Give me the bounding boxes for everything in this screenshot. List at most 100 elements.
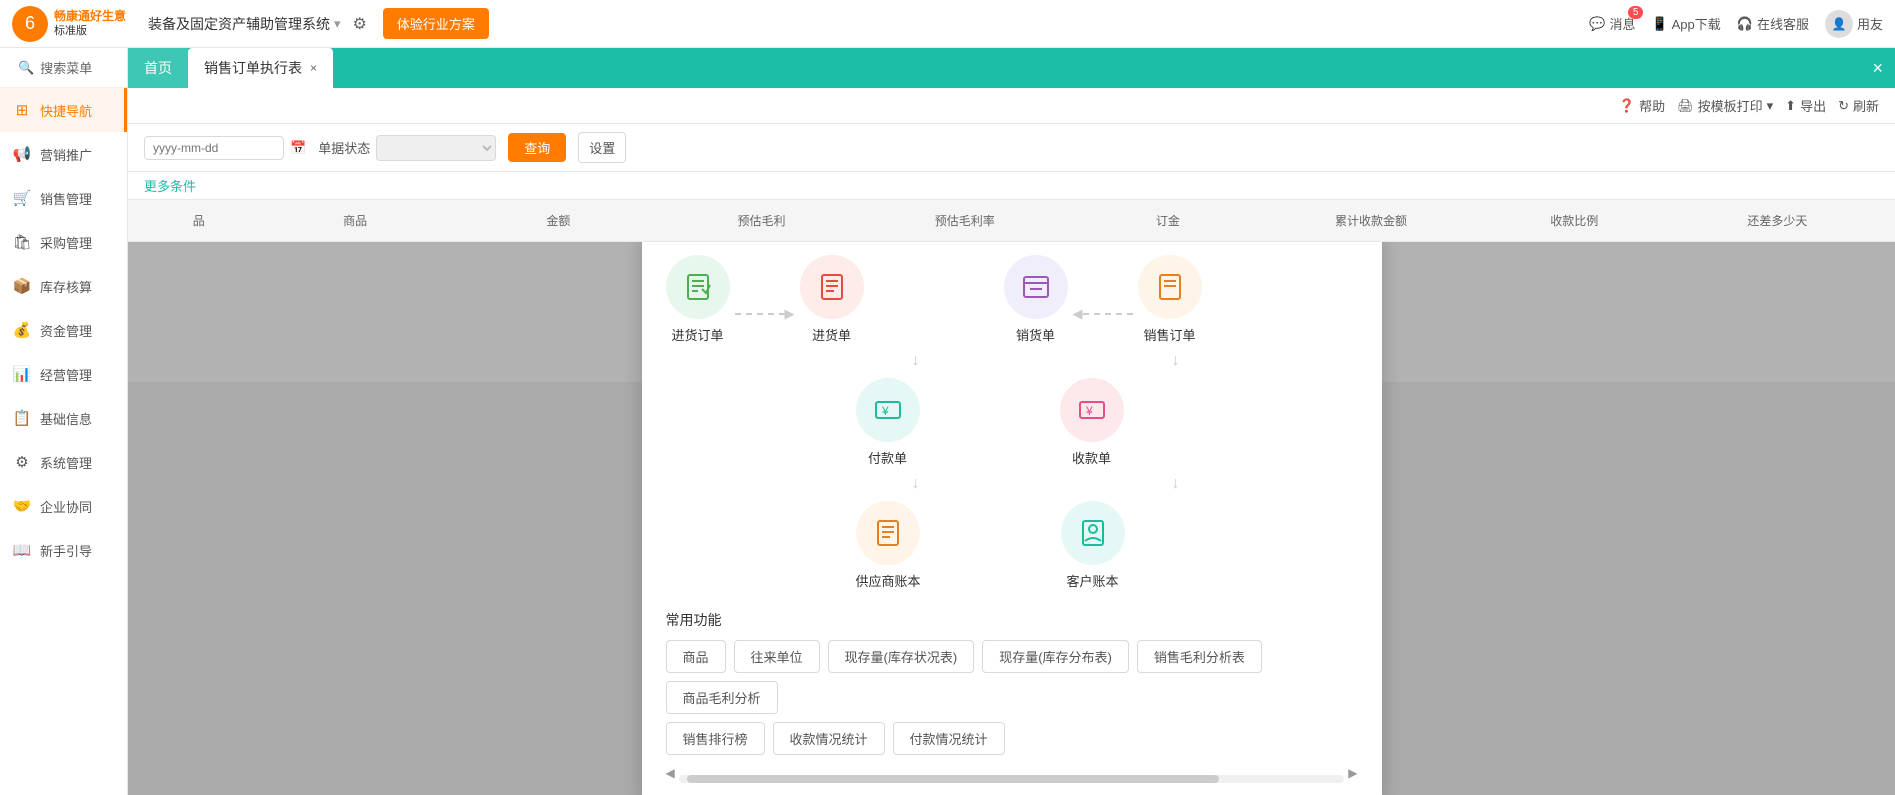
message-icon: 💬	[1589, 16, 1605, 32]
top-bar-right: 💬 消息 5 📱 App下载 🎧 在线客服 👤 用友	[1589, 10, 1883, 38]
print-btn[interactable]: 🖨 按模板打印 ▾	[1677, 96, 1773, 115]
flow-node-purchase[interactable]	[800, 255, 864, 319]
finance-icon: 💰	[12, 320, 32, 340]
date-input[interactable]	[144, 136, 284, 160]
sidebar-item-sales[interactable]: 🛒 销售管理	[0, 176, 127, 220]
flow-label-customer-ledger: 客户账本	[1067, 571, 1119, 590]
tab-close-icon[interactable]: ×	[310, 61, 317, 75]
scroll-right-arrow[interactable]: ▶	[1348, 766, 1357, 780]
tab-bar: 首页 销售订单执行表 × ×	[128, 48, 1895, 88]
modal-scrollbar-thumb	[687, 775, 1219, 783]
content-area: 首页 销售订单执行表 × × ❓ 帮助 🖨 按模板打印 ▾	[128, 48, 1895, 795]
user-area[interactable]: 👤 用友	[1825, 10, 1883, 38]
export-icon: ⬆	[1785, 98, 1796, 114]
func-btn-product[interactable]: 商品	[666, 640, 726, 673]
flow-node-sales[interactable]	[1004, 255, 1068, 319]
flow-node-receipt[interactable]: ¥	[1060, 378, 1124, 442]
common-functions: 常用功能 商品 往来单位 现存量(库存状况表) 现存量(库存分布表) 销售毛利分…	[666, 610, 1358, 755]
search-menu[interactable]: 🔍 搜索菜单	[0, 48, 127, 88]
customer-service-btn[interactable]: 🎧 在线客服	[1737, 14, 1809, 33]
col-product: 商品	[254, 208, 457, 233]
scroll-left-arrow[interactable]: ◀	[666, 766, 675, 780]
app-download-btn[interactable]: 📱 App下载	[1651, 14, 1720, 33]
sidebar-item-purchase[interactable]: 🛍 采购管理	[0, 220, 127, 264]
message-badge: 5	[1628, 6, 1644, 19]
basic-info-icon: 📋	[12, 408, 32, 428]
func-btn-payment-stats[interactable]: 付款情况统计	[893, 722, 1005, 755]
modal-scrollbar-container: ◀ ▶	[666, 763, 1358, 783]
settings-icon[interactable]: ⚙	[353, 14, 367, 34]
sidebar-item-finance[interactable]: 💰 资金管理	[0, 308, 127, 352]
calendar-icon[interactable]: 📅	[290, 140, 306, 156]
tab-sales-order[interactable]: 销售订单执行表 ×	[188, 48, 333, 88]
tab-bar-close-icon[interactable]: ×	[1872, 58, 1895, 79]
func-btn-receipt-stats[interactable]: 收款情况统计	[773, 722, 885, 755]
tab-home[interactable]: 首页	[128, 48, 188, 88]
sidebar-item-enterprise[interactable]: 🤝 企业协同	[0, 484, 127, 528]
page-toolbar: ❓ 帮助 🖨 按模板打印 ▾ ⬆ 导出 ↻ 刷新	[128, 88, 1895, 124]
sidebar-item-operations[interactable]: 📊 经营管理	[0, 352, 127, 396]
flow-label-receipt: 收款单	[1072, 448, 1111, 467]
filter-settings-button[interactable]: 设置	[578, 132, 626, 163]
modal: 进货订单 ▶	[642, 242, 1382, 795]
flow-label-purchase-order: 进货订单	[671, 325, 723, 344]
export-btn[interactable]: ⬆ 导出	[1785, 96, 1826, 115]
system-icon: ⚙	[12, 452, 32, 472]
func-btn-sales-rank[interactable]: 销售排行榜	[666, 722, 765, 755]
col-gross-profit: 预估毛利	[660, 208, 863, 233]
more-conditions-row: 更多条件	[128, 172, 1895, 200]
enterprise-icon: 🤝	[12, 496, 32, 516]
flow-label-sales: 销货单	[1016, 325, 1055, 344]
col-pin: 品	[144, 208, 254, 233]
filter-row: 📅 单据状态 查询 设置	[128, 124, 1895, 172]
logo: 6 畅康通好生意 标准版	[12, 6, 140, 42]
status-filter: 单据状态	[318, 135, 496, 161]
func-btn-stock-dist[interactable]: 现存量(库存分布表)	[982, 640, 1129, 673]
trial-button[interactable]: 体验行业方案	[383, 8, 489, 39]
flow-label-sales-order: 销售订单	[1143, 325, 1195, 344]
system-info: 装备及固定资产辅助管理系统 ▾ ⚙ 体验行业方案	[140, 8, 1589, 39]
col-total-received: 累计收款金额	[1269, 208, 1472, 233]
flow-node-payment[interactable]: ¥	[856, 378, 920, 442]
date-filter: 📅	[144, 136, 306, 160]
sidebar-item-quick-nav[interactable]: ⊞ 快捷导航	[0, 88, 127, 132]
func-btn-sales-gross[interactable]: 销售毛利分析表	[1137, 640, 1262, 673]
func-btn-product-gross[interactable]: 商品毛利分析	[666, 681, 778, 714]
flow-col-purchase-order: 进货订单	[666, 255, 730, 344]
print-dropdown-icon: ▾	[1767, 98, 1774, 114]
sidebar-item-marketing[interactable]: 📢 营销推广	[0, 132, 127, 176]
flow-node-sales-order[interactable]	[1138, 255, 1202, 319]
func-buttons-row1: 商品 往来单位 现存量(库存状况表) 现存量(库存分布表) 销售毛利分析表 商品…	[666, 640, 1358, 714]
flow-col-receipt: ¥ 收款单	[1060, 378, 1124, 467]
app-icon: 📱	[1651, 16, 1667, 32]
flow-col-supplier-ledger: 供应商账本	[856, 501, 921, 590]
col-amount: 金额	[457, 208, 660, 233]
common-functions-title: 常用功能	[666, 610, 1358, 630]
col-deposit: 订金	[1066, 208, 1269, 233]
sidebar-item-guide[interactable]: 📖 新手引导	[0, 528, 127, 572]
sidebar-item-inventory[interactable]: 📦 库存核算	[0, 264, 127, 308]
print-icon: 🖨	[1677, 98, 1694, 114]
search-icon: 🔍	[18, 60, 34, 76]
flow-label-purchase: 进货单	[812, 325, 851, 344]
flow-node-purchase-order[interactable]	[666, 255, 730, 319]
refresh-btn[interactable]: ↻ 刷新	[1838, 96, 1879, 115]
help-btn[interactable]: ❓ 帮助	[1619, 96, 1665, 115]
flow-node-customer-ledger[interactable]	[1061, 501, 1125, 565]
guide-icon: 📖	[12, 540, 32, 560]
headset-icon: 🎧	[1737, 16, 1753, 32]
message-btn[interactable]: 💬 消息 5	[1589, 14, 1635, 33]
more-conditions-link[interactable]: 更多条件	[144, 179, 196, 194]
status-select[interactable]	[376, 135, 496, 161]
sidebar: 🔍 搜索菜单 ⊞ 快捷导航 📢 营销推广 🛒 销售管理 🛍 采购管理 📦	[0, 48, 128, 795]
modal-overlay[interactable]: 进货订单 ▶	[128, 242, 1895, 795]
flow-label-supplier-ledger: 供应商账本	[856, 571, 921, 590]
flow-node-supplier-ledger[interactable]	[856, 501, 920, 565]
func-btn-stock-status[interactable]: 现存量(库存状况表)	[828, 640, 975, 673]
modal-scrollbar[interactable]	[679, 775, 1345, 783]
sidebar-item-basic-info[interactable]: 📋 基础信息	[0, 396, 127, 440]
search-button[interactable]: 查询	[508, 133, 566, 162]
func-btn-partner[interactable]: 往来单位	[734, 640, 820, 673]
system-dropdown-icon[interactable]: ▾	[334, 16, 341, 32]
sidebar-item-system[interactable]: ⚙ 系统管理	[0, 440, 127, 484]
